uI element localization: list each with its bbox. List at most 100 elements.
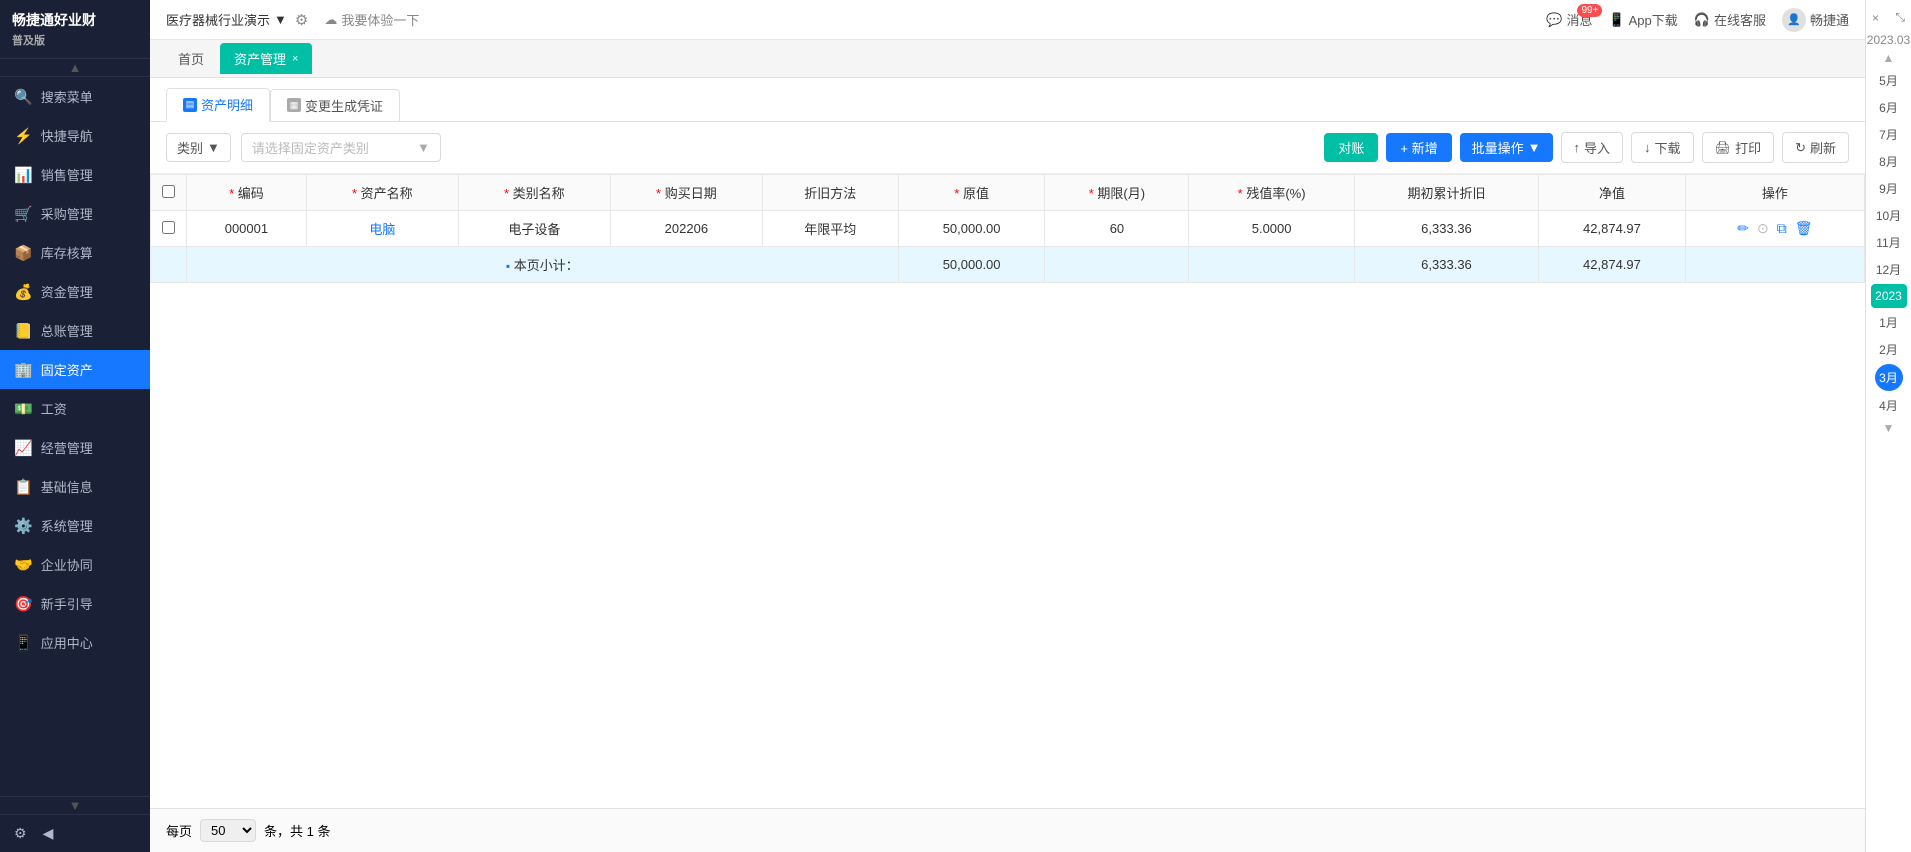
sales-icon: 📊 [14,166,33,184]
month-item-prev-9月[interactable]: 9月 [1871,175,1907,202]
download-button[interactable]: ↓ 下载 [1631,132,1694,163]
month-item-3月[interactable]: 3月 [1875,364,1903,391]
month-item-prev-12月[interactable]: 12月 [1871,256,1907,283]
collapse-icon[interactable]: ◀ [43,825,54,842]
select-all-checkbox[interactable] [162,185,175,198]
edit-icon-0[interactable]: ✏ [1737,220,1749,237]
messages-btn[interactable]: 💬 消息 99+ [1546,10,1592,29]
user-btn[interactable]: 👤 畅捷通 [1782,8,1849,32]
logo-sub: 普及版 [12,32,138,48]
category-filter-arrow: ▼ [207,140,220,155]
month-item-2月[interactable]: 2月 [1871,336,1907,363]
sidebar-item-capital[interactable]: 💰资金管理 [0,272,150,311]
app-center-icon: 📱 [14,634,33,652]
sidebar-item-guide[interactable]: 🎯新手引导 [0,584,150,623]
delete-icon-0[interactable]: 🗑 [1795,220,1813,237]
sidebar-item-base-info[interactable]: 📋基础信息 [0,467,150,506]
cell-actions: ✏ ⊙ ⧉ 🗑 [1685,211,1864,247]
reconcile-button[interactable]: 对账 [1324,133,1378,162]
sidebar-item-search[interactable]: 🔍搜索菜单 [0,77,150,116]
print-icon: 🖨 [1715,140,1732,156]
subtotal-residual [1189,247,1354,283]
online-service-btn[interactable]: 🎧 在线客服 [1694,10,1766,29]
th-residual-rate: * 残值率(%) [1189,175,1354,211]
month-item-prev-6月[interactable]: 6月 [1871,94,1907,121]
sub-tab-change-voucher[interactable]: ▦ 变更生成凭证 [270,89,400,121]
sidebar-item-purchase[interactable]: 🛒采购管理 [0,194,150,233]
sub-tab-asset-detail[interactable]: ▤ 资产明细 [166,88,270,122]
refresh-button[interactable]: ↻ 刷新 [1782,132,1849,163]
year-display: 2023.03 [1866,29,1911,49]
sidebar-label-salary: 工资 [41,399,67,418]
months-list: 5月6月7月8月9月10月11月12月20231月2月3月4月 [1871,67,1907,419]
expand-panel-icon[interactable]: ⤡ [1895,10,1905,25]
close-panel-icon[interactable]: × [1872,11,1879,25]
sidebar-item-inventory[interactable]: 📦库存核算 [0,233,150,272]
tab-close-icon[interactable]: × [292,53,298,65]
system-icon: ⚙️ [14,517,33,535]
experience-btn[interactable]: ☁ 我要体验一下 [324,10,419,29]
duplicate-icon-0[interactable]: ⧉ [1777,220,1787,237]
cell-name[interactable]: 电脑 [306,211,458,247]
operations-icon: 📈 [14,439,33,457]
subtotal-net-value: 42,874.97 [1539,247,1686,283]
per-page-select[interactable]: 50 100 [200,819,256,842]
month-item-prev-10月[interactable]: 10月 [1871,202,1907,229]
sub-tab-change-voucher-label: 变更生成凭证 [305,96,383,115]
cloud-icon: ☁ [324,12,337,28]
experience-label: 我要体验一下 [341,10,419,29]
sidebar-scroll-down[interactable]: ▼ [0,796,150,814]
category-placeholder: 请选择固定资产类别 [252,138,369,157]
cooperation-icon: 🤝 [14,556,33,574]
copy-icon-0[interactable]: ⊙ [1757,220,1769,237]
print-button[interactable]: 🖨 打印 [1702,132,1775,163]
month-item-prev-8月[interactable]: 8月 [1871,148,1907,175]
row-checkbox-0[interactable] [162,221,175,234]
sidebar-item-cooperation[interactable]: 🤝企业协同 [0,545,150,584]
year-active-label[interactable]: 2023 [1871,284,1907,308]
search-icon: 🔍 [14,88,33,106]
th-original-value: * 原值 [898,175,1045,211]
month-item-prev-7月[interactable]: 7月 [1871,121,1907,148]
month-item-prev-5月[interactable]: 5月 [1871,67,1907,94]
company-selector[interactable]: 医疗器械行业演示 ▼ [166,10,287,29]
sidebar-item-fixed-assets[interactable]: 🏢固定资产 [0,350,150,389]
sidebar-item-system[interactable]: ⚙️系统管理 [0,506,150,545]
months-scroll-down[interactable]: ▼ [1883,419,1895,437]
asset-detail-tab-icon: ▤ [183,98,197,112]
sidebar-item-ledger[interactable]: 📒总账管理 [0,311,150,350]
batch-ops-button[interactable]: 批量操作 ▼ [1460,133,1553,162]
sidebar-logo: 畅捷通好业财 普及版 [0,0,150,59]
right-panel: × ⤡ 2023.03 ▲ 5月6月7月8月9月10月11月12月20231月2… [1865,0,1911,852]
tab-home[interactable]: 首页 [166,43,216,74]
sidebar: 畅捷通好业财 普及版 ▲ 🔍搜索菜单⚡快捷导航 📊 销售管理 🛒采购管理📦库存核算💰资… [0,0,150,852]
sidebar-item-quick-nav[interactable]: ⚡快捷导航 [0,116,150,155]
months-scroll-up[interactable]: ▲ [1883,49,1895,67]
cell-category: 电子设备 [458,211,610,247]
table-row: 000001 电脑 电子设备 202206 年限平均 50,000.00 60 … [151,211,1865,247]
base-info-icon: 📋 [14,478,33,496]
sidebar-item-sales[interactable]: 📊 销售管理 [0,155,150,194]
th-actions: 操作 [1685,175,1864,211]
topbar-right: 💬 消息 99+ 📱 App下载 🎧 在线客服 👤 畅捷通 [1546,8,1849,32]
category-input[interactable]: 请选择固定资产类别 ▼ [241,133,441,162]
month-item-prev-11月[interactable]: 11月 [1871,229,1907,256]
sidebar-item-salary[interactable]: 💵工资 [0,389,150,428]
capital-icon: 💰 [14,283,33,301]
month-item-4月[interactable]: 4月 [1871,392,1907,419]
th-net-value: 净值 [1539,175,1686,211]
month-item-1月[interactable]: 1月 [1871,309,1907,336]
sidebar-scroll-up[interactable]: ▲ [0,59,150,77]
settings-icon[interactable]: ⚙ [14,825,27,842]
sub-tab-asset-detail-label: 资产明细 [201,95,253,114]
topbar-gear-icon[interactable]: ⚙ [295,11,308,29]
sidebar-label-sales: 销售管理 [41,165,93,184]
import-button[interactable]: ↑ 导入 [1561,132,1624,163]
sidebar-item-app-center[interactable]: 📱应用中心 [0,623,150,662]
tab-assets-mgmt[interactable]: 资产管理 × [220,43,312,74]
app-download-btn[interactable]: 📱 App下载 [1608,10,1677,29]
import-icon: ↑ [1574,140,1581,155]
sidebar-item-operations[interactable]: 📈经营管理 [0,428,150,467]
new-button[interactable]: + 新增 [1386,133,1451,162]
category-filter[interactable]: 类别 ▼ [166,133,231,162]
